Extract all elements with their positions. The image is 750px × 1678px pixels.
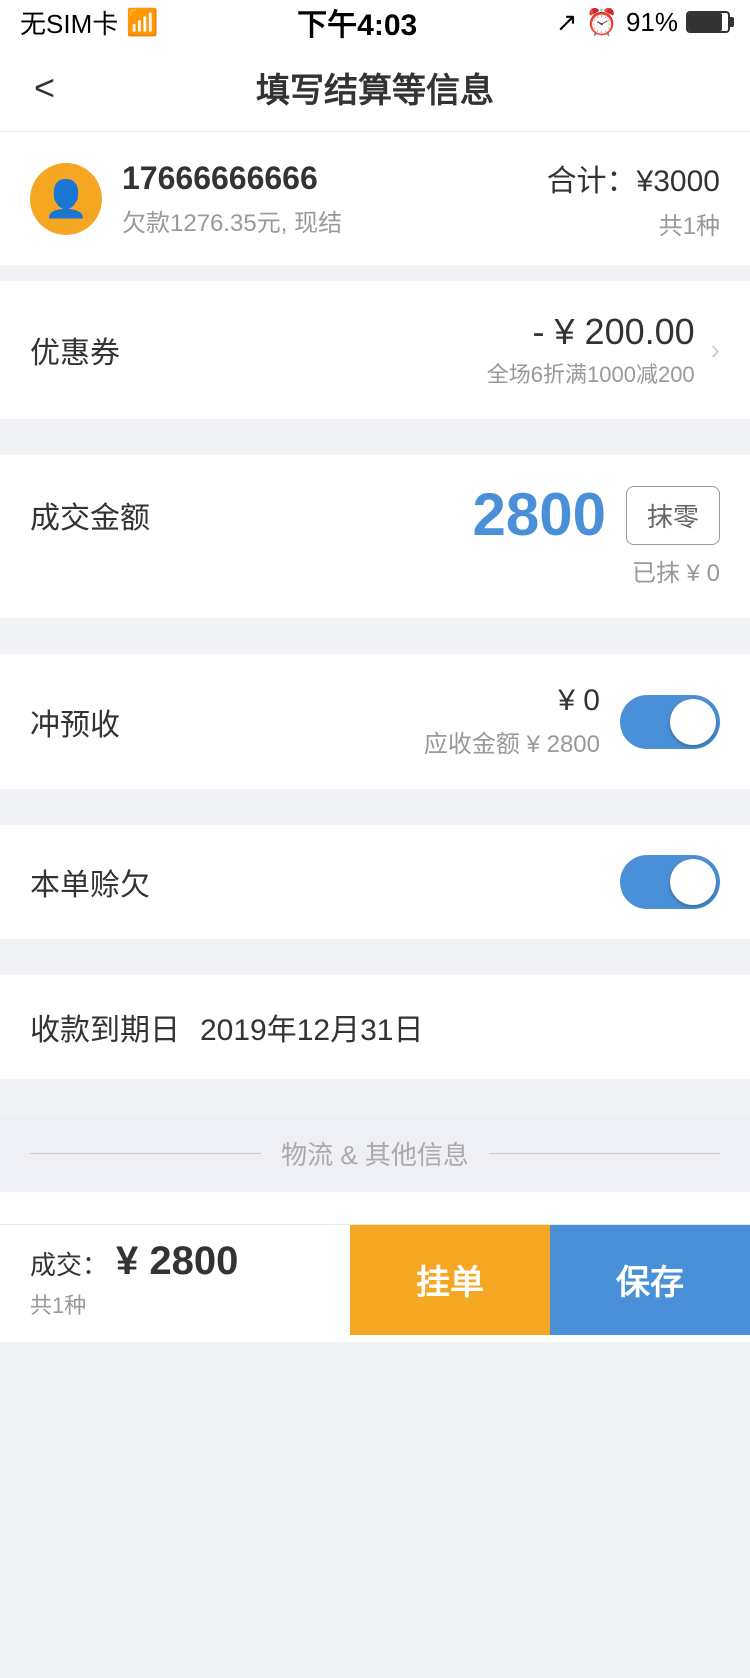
advance-amount: ¥ 0 — [424, 684, 600, 718]
alarm-icon: ⏰ — [586, 7, 618, 38]
coupon-right: - ¥ 200.00 全场6折满1000减200 › — [487, 311, 720, 389]
advance-toggle[interactable] — [620, 695, 720, 749]
coupon-amount: - ¥ 200.00 — [487, 311, 695, 353]
round-button[interactable]: 抹零 — [626, 486, 720, 545]
customer-left: 👤 17666666666 欠款1276.35元, 现结 — [30, 160, 342, 238]
bottom-deal-amount: ¥ 2800 — [116, 1239, 238, 1284]
total-amount: 合计：¥3000 — [547, 156, 720, 200]
logistics-header: 物流 & 其他信息 — [0, 1115, 750, 1192]
back-button[interactable]: < — [24, 57, 65, 119]
bottom-count: 共1种 — [30, 1288, 320, 1320]
bottom-bar: 成交： ¥ 2800 共1种 挂单 保存 — [0, 1224, 750, 1334]
status-bar: 无SIM卡 📶 下午4:03 ↗ ⏰ 91% — [0, 0, 750, 44]
separator-2 — [0, 634, 750, 654]
page-title: 填写结算等信息 — [256, 63, 494, 112]
advance-toggle-thumb — [670, 699, 716, 745]
credit-label: 本单赊欠 — [30, 860, 150, 904]
advance-section: 冲预收 ¥ 0 应收金额 ¥ 2800 — [0, 654, 750, 789]
logistics-line-left — [30, 1153, 261, 1154]
credit-row: 本单赊欠 — [30, 855, 720, 909]
logistics-line-right — [489, 1153, 720, 1154]
coupon-section: 优惠券 - ¥ 200.00 全场6折满1000减200 › — [0, 281, 750, 419]
status-left: 无SIM卡 📶 — [20, 4, 159, 41]
duedate-label: 收款到期日 — [30, 1005, 180, 1049]
carrier-text: 无SIM卡 — [20, 4, 118, 41]
content: 👤 17666666666 欠款1276.35元, 现结 合计：¥3000 共1… — [0, 132, 750, 1678]
customer-total: 合计：¥3000 共1种 — [547, 156, 720, 241]
bottom-summary: 成交： ¥ 2800 共1种 — [0, 1239, 350, 1320]
credit-toggle[interactable] — [620, 855, 720, 909]
duedate-row: 收款到期日 2019年12月31日 — [30, 1005, 720, 1049]
duedate-value: 2019年12月31日 — [200, 1005, 423, 1049]
coupon-detail: 全场6折满1000减200 — [487, 357, 695, 389]
advance-sub: 应收金额 ¥ 2800 — [424, 724, 600, 759]
deal-amount: 2800 — [473, 485, 606, 545]
coupon-label: 优惠券 — [30, 328, 120, 372]
status-time: 下午4:03 — [297, 0, 417, 44]
bottom-deal-label: 成交： — [30, 1245, 108, 1282]
wifi-icon: 📶 — [126, 7, 158, 38]
advance-label: 冲预收 — [30, 700, 120, 744]
credit-section: 本单赊欠 — [0, 825, 750, 939]
deal-sub: 已抹 ¥ 0 — [30, 553, 720, 588]
avatar-icon: 👤 — [44, 178, 89, 220]
bottom-deal: 成交： ¥ 2800 — [30, 1239, 320, 1284]
customer-sub: 欠款1276.35元, 现结 — [122, 203, 342, 238]
deal-right: 2800 抹零 — [473, 485, 721, 545]
deal-label: 成交金额 — [30, 493, 150, 537]
advance-row: 冲预收 ¥ 0 应收金额 ¥ 2800 — [30, 684, 720, 759]
advance-right: ¥ 0 应收金额 ¥ 2800 — [424, 684, 720, 759]
customer-name: 17666666666 — [122, 160, 342, 197]
credit-toggle-thumb — [670, 859, 716, 905]
avatar: 👤 — [30, 163, 102, 235]
logistics-text: 物流 & 其他信息 — [281, 1135, 469, 1172]
separator-4 — [0, 955, 750, 975]
duedate-section: 收款到期日 2019年12月31日 — [0, 975, 750, 1079]
separator-5 — [0, 1095, 750, 1115]
status-right: ↗ ⏰ 91% — [556, 7, 730, 38]
separator-1 — [0, 435, 750, 455]
customer-card: 👤 17666666666 欠款1276.35元, 现结 合计：¥3000 共1… — [0, 132, 750, 265]
hang-button[interactable]: 挂单 — [350, 1225, 550, 1335]
save-button[interactable]: 保存 — [550, 1225, 750, 1335]
coupon-chevron-icon: › — [711, 334, 720, 366]
total-count: 共1种 — [547, 206, 720, 241]
advance-amount-block: ¥ 0 应收金额 ¥ 2800 — [424, 684, 600, 759]
deal-row: 成交金额 2800 抹零 — [30, 485, 720, 545]
separator-3 — [0, 805, 750, 825]
nav-bar: < 填写结算等信息 — [0, 44, 750, 132]
location-icon: ↗ — [556, 7, 578, 38]
coupon-row[interactable]: 优惠券 - ¥ 200.00 全场6折满1000减200 › — [0, 281, 750, 419]
battery-text: 91% — [626, 7, 678, 38]
battery-icon — [686, 11, 730, 33]
customer-info: 17666666666 欠款1276.35元, 现结 — [122, 160, 342, 238]
deal-section: 成交金额 2800 抹零 已抹 ¥ 0 — [0, 455, 750, 618]
separator-6 — [0, 1358, 750, 1558]
